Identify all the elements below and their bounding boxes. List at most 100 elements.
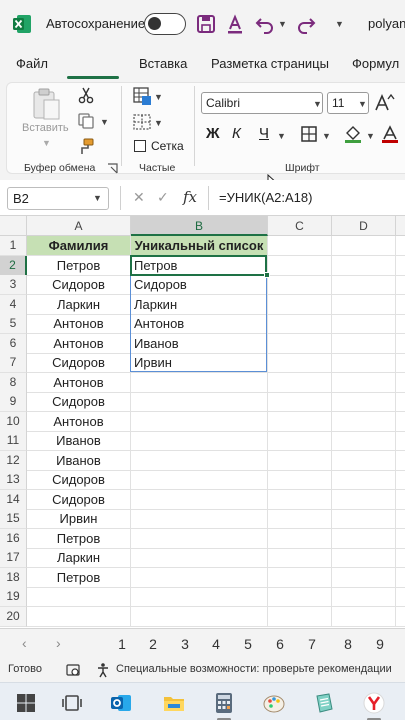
table-cell[interactable] (27, 607, 131, 627)
table-cell[interactable] (131, 470, 268, 490)
table-cell[interactable] (131, 568, 268, 588)
table-cell[interactable] (332, 607, 396, 627)
tab-insert[interactable]: Вставка (139, 56, 187, 71)
outlook-icon[interactable] (109, 691, 133, 715)
table-cell[interactable]: Иванов (27, 451, 131, 471)
table-cell[interactable] (131, 509, 268, 529)
table-cell[interactable] (332, 451, 396, 471)
table-cell[interactable] (396, 470, 405, 490)
row-header[interactable]: 3 (0, 275, 27, 295)
chevron-left-icon[interactable]: ‹ (22, 635, 27, 651)
table-format-icon[interactable] (132, 112, 152, 132)
table-cell[interactable] (332, 509, 396, 529)
table-cell[interactable] (396, 275, 405, 295)
table-cell[interactable]: Ларкин (27, 295, 131, 315)
sheet-tab-2[interactable]: 2 (143, 636, 163, 652)
yandex-icon[interactable] (362, 691, 386, 715)
increase-font-icon[interactable] (373, 92, 395, 114)
sheet-tab-9[interactable]: 9 (370, 636, 390, 652)
row-header[interactable]: 4 (0, 295, 27, 315)
column-header-e[interactable] (396, 216, 405, 236)
table-cell[interactable] (332, 275, 396, 295)
chevron-down-icon[interactable]: ▼ (366, 131, 375, 141)
table-cell[interactable] (332, 314, 396, 334)
table-cell[interactable] (131, 392, 268, 412)
table-cell[interactable] (131, 373, 268, 393)
table-cell[interactable] (268, 509, 332, 529)
row-header[interactable]: 17 (0, 548, 27, 568)
chevron-down-icon[interactable]: ▼ (100, 117, 109, 127)
table-cell[interactable] (332, 236, 396, 256)
chevron-down-icon[interactable]: ▼ (42, 138, 51, 148)
table-cell[interactable] (396, 529, 405, 549)
table-cell[interactable]: Ларкин (27, 548, 131, 568)
table-cell[interactable]: Петров (131, 256, 268, 276)
font-color-icon[interactable] (380, 124, 400, 144)
row-header[interactable]: 7 (0, 353, 27, 373)
row-header[interactable]: 8 (0, 373, 27, 393)
copy-icon[interactable] (77, 112, 95, 130)
table-cell[interactable] (268, 568, 332, 588)
table-cell[interactable] (396, 295, 405, 315)
row-header[interactable]: 5 (0, 314, 27, 334)
table-cell[interactable]: Сидоров (27, 275, 131, 295)
table-cell[interactable] (332, 490, 396, 510)
macro-record-icon[interactable] (66, 663, 82, 677)
table-cell[interactable] (332, 587, 396, 607)
row-header[interactable]: 13 (0, 470, 27, 490)
table-cell[interactable] (268, 529, 332, 549)
chevron-down-icon[interactable]: ▼ (322, 131, 331, 141)
table-cell[interactable] (332, 295, 396, 315)
column-header-b[interactable]: B (131, 216, 268, 236)
table-cell[interactable] (396, 314, 405, 334)
format-painter-icon[interactable] (77, 138, 95, 156)
table-cell[interactable] (268, 490, 332, 510)
chevron-down-icon[interactable]: ▼ (277, 131, 286, 141)
notepad-icon[interactable] (312, 691, 336, 715)
column-a-header-cell[interactable]: Фамилия (27, 236, 131, 256)
sheet-tab-3[interactable]: 3 (175, 636, 195, 652)
insert-function-button[interactable]: fx (183, 188, 197, 206)
sheet-tab-5[interactable]: 5 (238, 636, 258, 652)
row-header[interactable]: 14 (0, 490, 27, 510)
table-cell[interactable]: Ирвин (131, 353, 268, 373)
bold-button[interactable]: Ж (206, 125, 220, 142)
sheet-tab-6[interactable]: 6 (270, 636, 290, 652)
chevron-down-icon[interactable]: ▼ (335, 19, 344, 29)
table-cell[interactable]: Антонов (27, 314, 131, 334)
table-cell[interactable] (268, 548, 332, 568)
undo-icon[interactable] (253, 12, 277, 36)
column-b-header-cell[interactable]: Уникальный список (131, 236, 268, 256)
chevron-down-icon[interactable]: ▼ (154, 118, 163, 128)
table-cell[interactable]: Ирвин (27, 509, 131, 529)
formula-input[interactable]: =УНИК(A2:A18) (219, 190, 312, 205)
table-cell[interactable] (332, 431, 396, 451)
table-cell[interactable] (332, 353, 396, 373)
table-cell[interactable]: Сидоров (27, 353, 131, 373)
table-cell[interactable] (332, 256, 396, 276)
table-cell[interactable] (396, 607, 405, 627)
table-cell[interactable] (396, 392, 405, 412)
save-icon[interactable] (194, 12, 218, 36)
table-cell[interactable] (268, 607, 332, 627)
fill-color-icon[interactable] (343, 124, 363, 144)
table-cell[interactable] (396, 256, 405, 276)
cancel-icon[interactable]: ✕ (133, 189, 145, 206)
table-cell[interactable] (268, 236, 332, 256)
row-header[interactable]: 6 (0, 334, 27, 354)
table-cell[interactable] (396, 373, 405, 393)
table-cell[interactable] (332, 392, 396, 412)
table-cell[interactable] (396, 548, 405, 568)
table-cell[interactable] (268, 256, 332, 276)
redo-icon[interactable] (294, 12, 318, 36)
table-cell[interactable] (396, 587, 405, 607)
table-cell[interactable] (332, 373, 396, 393)
row-header[interactable]: 16 (0, 529, 27, 549)
chevron-right-icon[interactable]: › (56, 635, 61, 651)
table-cell[interactable] (268, 353, 332, 373)
table-cell[interactable] (268, 373, 332, 393)
row-header[interactable]: 10 (0, 412, 27, 432)
table-cell[interactable] (268, 412, 332, 432)
table-cell[interactable] (131, 587, 268, 607)
table-cell[interactable] (396, 236, 405, 256)
